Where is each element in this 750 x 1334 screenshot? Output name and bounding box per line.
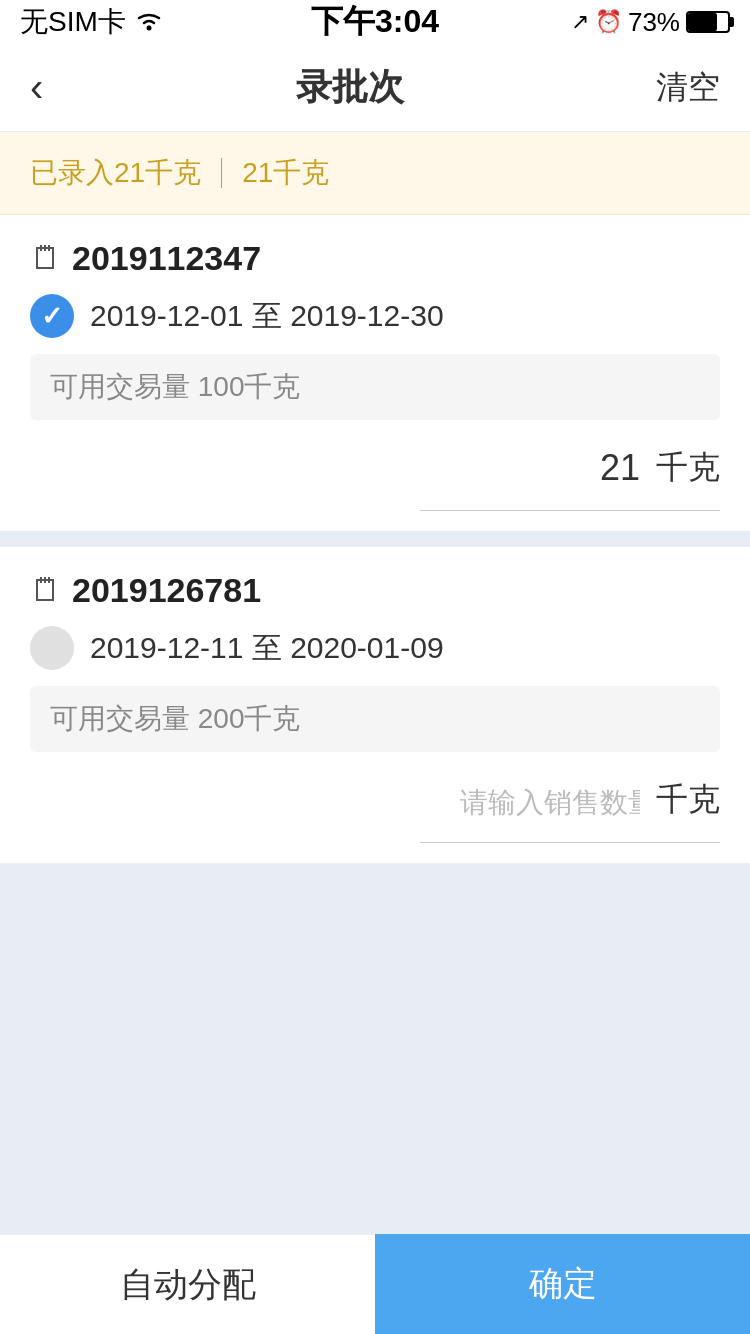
nav-bar: ‹ 录批次 清空 xyxy=(0,44,750,132)
batch-1-quantity-input[interactable] xyxy=(460,447,640,489)
batch-2-underline xyxy=(420,842,720,843)
batch-item-1: 🗒 2019112347 ✓ 2019-12-01 至 2019-12-30 可… xyxy=(0,215,750,531)
clear-button[interactable]: 清空 xyxy=(656,66,720,110)
batch-1-date: 2019-12-01 至 2019-12-30 xyxy=(90,296,444,337)
batch-1-checkbox[interactable]: ✓ xyxy=(30,294,74,338)
batch-2-id: 2019126781 xyxy=(72,571,261,610)
wifi-icon xyxy=(134,6,164,38)
batch-1-id: 2019112347 xyxy=(72,239,261,278)
batch-1-header: 🗒 2019112347 xyxy=(0,215,750,288)
battery-percent: 73% xyxy=(628,7,680,38)
location-icon: ↗ xyxy=(571,9,589,35)
page-content: ‹ 录批次 清空 已录入21千克 21千克 🗒 2019112347 ✓ 201… xyxy=(0,44,750,1334)
status-carrier: 无SIM卡 xyxy=(20,3,164,41)
batch-1-row[interactable]: ✓ 2019-12-01 至 2019-12-30 xyxy=(0,288,750,348)
batch-2-date: 2019-12-11 至 2020-01-09 xyxy=(90,628,444,669)
batch-2-header: 🗒 2019126781 xyxy=(0,547,750,620)
batch-2-quantity-row: 千克 xyxy=(0,762,750,842)
summary-amount: 21千克 xyxy=(242,154,329,192)
batch-1-unit: 千克 xyxy=(656,446,720,490)
recorded-label: 已录入21千克 xyxy=(30,154,201,192)
page-title: 录批次 xyxy=(296,63,404,112)
status-indicators: ↗ ⏰ 73% xyxy=(571,7,730,38)
carrier-text: 无SIM卡 xyxy=(20,3,126,41)
section-separator xyxy=(0,531,750,547)
battery-icon xyxy=(686,11,730,33)
batch-1-quantity-row: 千克 xyxy=(0,430,750,510)
bottom-bar: 自动分配 确定 xyxy=(0,1234,750,1334)
batch-2-quantity-input[interactable] xyxy=(460,779,640,821)
batch-1-underline xyxy=(420,510,720,511)
batch-2-checkbox[interactable] xyxy=(30,626,74,670)
status-bar: 无SIM卡 下午3:04 ↗ ⏰ 73% xyxy=(0,0,750,44)
batch-1-availability: 可用交易量 100千克 xyxy=(30,354,720,420)
checkmark-icon-1: ✓ xyxy=(41,301,63,332)
batch-2-availability: 可用交易量 200千克 xyxy=(30,686,720,752)
back-button[interactable]: ‹ xyxy=(30,65,43,110)
auto-distribute-button[interactable]: 自动分配 xyxy=(0,1234,375,1334)
svg-point-0 xyxy=(146,26,151,31)
batch-item-2: 🗒 2019126781 2019-12-11 至 2020-01-09 可用交… xyxy=(0,547,750,863)
status-time: 下午3:04 xyxy=(311,0,439,44)
batch-2-row[interactable]: 2019-12-11 至 2020-01-09 xyxy=(0,620,750,680)
confirm-button[interactable]: 确定 xyxy=(375,1234,750,1334)
batch-icon-2: 🗒 xyxy=(30,572,62,609)
summary-bar: 已录入21千克 21千克 xyxy=(0,132,750,215)
batch-icon-1: 🗒 xyxy=(30,240,62,277)
summary-divider xyxy=(221,158,222,188)
batch-2-unit: 千克 xyxy=(656,778,720,822)
alarm-icon: ⏰ xyxy=(595,9,622,35)
